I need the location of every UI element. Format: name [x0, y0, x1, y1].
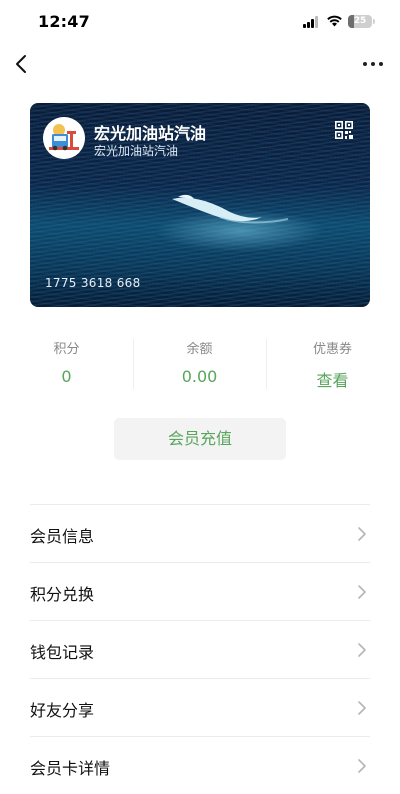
stat-balance-value: 0.00: [181, 367, 218, 386]
chevron-right-icon: [358, 759, 366, 773]
menu-item-points-exchange[interactable]: 积分兑换: [30, 562, 370, 620]
battery-cap: [373, 19, 375, 24]
stat-balance[interactable]: 余额 0.00: [133, 338, 266, 386]
chevron-left-icon[interactable]: [10, 52, 34, 76]
stat-coupons-link[interactable]: 查看: [266, 367, 399, 391]
card-title: 宏光加油站汽油: [94, 124, 207, 143]
wifi-icon: [327, 15, 342, 27]
qr-code-icon[interactable]: [335, 121, 353, 139]
status-time: 12:47: [38, 12, 90, 31]
card-subtitle: 宏光加油站汽油: [94, 144, 179, 158]
menu-list: 会员信息 积分兑换 钱包记录 好友分享 会员卡详情: [30, 504, 370, 794]
chevron-right-icon: [358, 527, 366, 541]
gas-station-logo: [43, 117, 85, 159]
menu-item-label: 钱包记录: [30, 643, 95, 662]
menu-item-label: 会员信息: [30, 527, 95, 546]
menu-item-label: 好友分享: [30, 701, 95, 720]
chevron-right-icon: [358, 643, 366, 657]
stat-points-label: 积分: [53, 342, 80, 357]
stat-points[interactable]: 积分 0: [0, 338, 133, 386]
menu-item-label: 会员卡详情: [30, 759, 111, 778]
menu-item-label: 积分兑换: [30, 585, 95, 604]
card-number: 1775 3618 668: [45, 276, 141, 290]
menu-item-wallet-records[interactable]: 钱包记录: [30, 620, 370, 678]
chevron-right-icon: [358, 701, 366, 715]
recharge-button[interactable]: 会员充值: [114, 418, 286, 460]
status-bar: 12:47 25: [0, 0, 400, 44]
member-card[interactable]: 宏光加油站汽油 宏光加油站汽油 1775 3618 668: [30, 103, 370, 307]
cellular-signal-icon: [303, 16, 321, 28]
more-horizontal-icon[interactable]: [360, 55, 386, 73]
battery-icon: 25: [348, 15, 372, 28]
stat-balance-label: 余额: [186, 342, 213, 357]
stat-coupons-label: 优惠券: [312, 342, 352, 357]
stat-points-value: 0: [61, 367, 72, 386]
battery-percent: 25: [353, 16, 367, 26]
stat-coupons[interactable]: 优惠券 查看: [266, 338, 399, 391]
whale-image: [172, 194, 289, 224]
menu-item-card-details[interactable]: 会员卡详情: [30, 736, 370, 794]
menu-item-member-info[interactable]: 会员信息: [30, 504, 370, 562]
menu-item-share-friends[interactable]: 好友分享: [30, 678, 370, 736]
chevron-right-icon: [358, 585, 366, 599]
